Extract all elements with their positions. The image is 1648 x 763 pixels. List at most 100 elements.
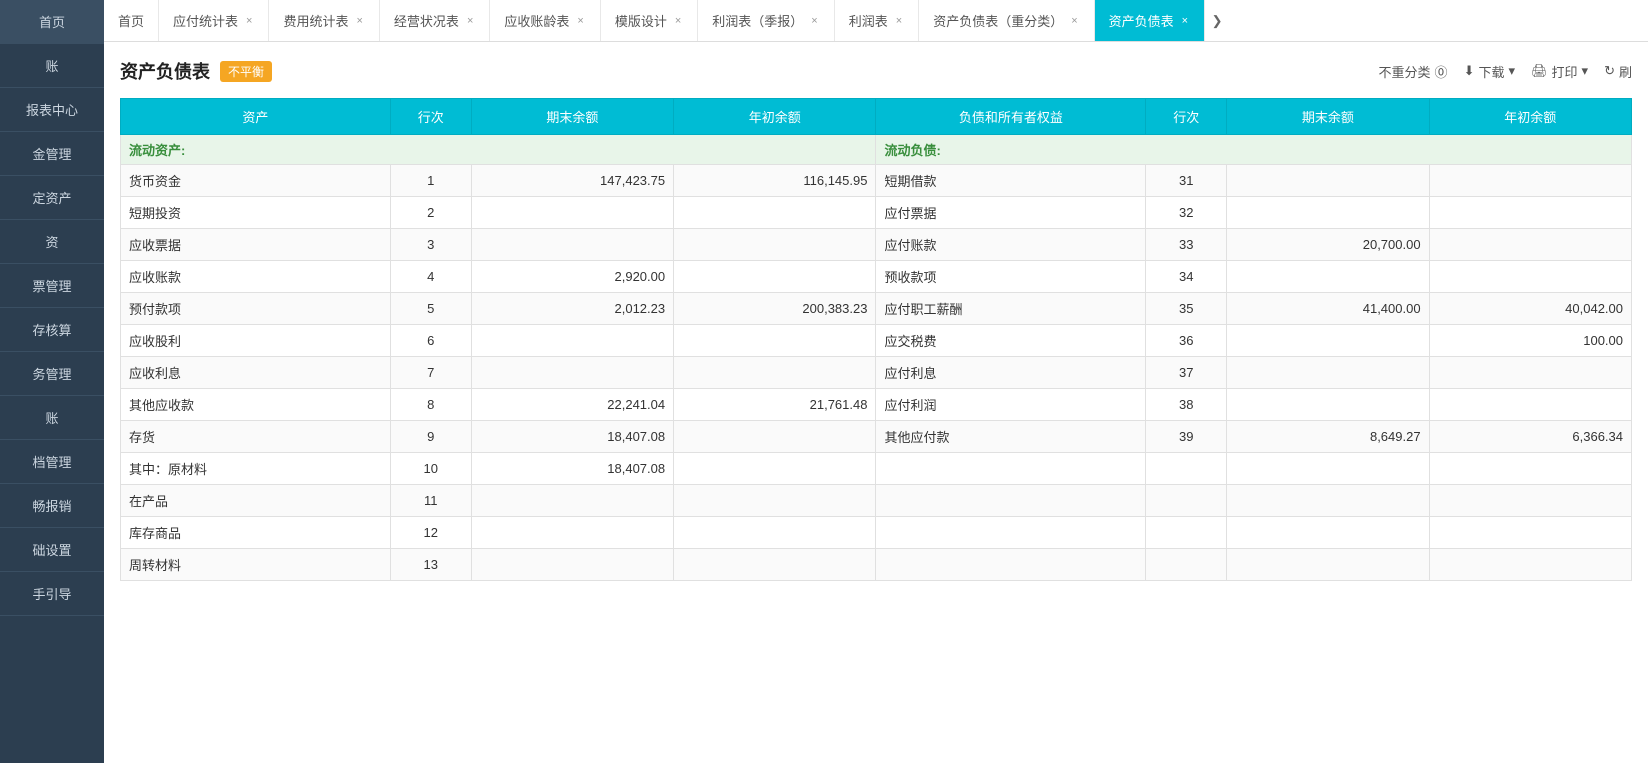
tab-6[interactable]: 利润表（季报）× xyxy=(698,0,834,42)
tab-0[interactable]: 首页 xyxy=(104,0,159,42)
tab-scroll-right[interactable]: ❯ xyxy=(1205,0,1229,42)
tab-close-8[interactable]: × xyxy=(1069,14,1079,28)
table-row[interactable]: 货币资金1147,423.75116,145.95短期借款31 xyxy=(121,165,1632,197)
cell-1-5: 32 xyxy=(1146,197,1227,229)
cell-7-2: 22,241.04 xyxy=(471,389,673,421)
chevron-down-icon-print: ▾ xyxy=(1582,63,1589,79)
cell-7-1: 8 xyxy=(390,389,471,421)
tab-label-2: 费用统计表 xyxy=(283,11,348,30)
table-row[interactable]: 其中：原材料1018,407.08 xyxy=(121,453,1632,485)
sidebar-item-affairs[interactable]: 务管理 xyxy=(0,352,104,396)
download-icon: ⬇ xyxy=(1464,63,1475,79)
tab-close-1[interactable]: × xyxy=(244,14,254,28)
refresh-button[interactable]: ↻ 刷 xyxy=(1604,62,1632,81)
cell-6-3 xyxy=(674,357,876,389)
table-row[interactable]: 应收票据3应付账款3320,700.00 xyxy=(121,229,1632,261)
sidebar-item-fund[interactable]: 金管理 xyxy=(0,132,104,176)
table-row[interactable]: 应收利息7应付利息37 xyxy=(121,357,1632,389)
sidebar-item-ledger[interactable]: 账 xyxy=(0,396,104,440)
tab-3[interactable]: 经营状况表× xyxy=(380,0,490,42)
table-row[interactable]: 应收账款42,920.00预收款项34 xyxy=(121,261,1632,293)
sidebar-item-account[interactable]: 账 xyxy=(0,44,104,88)
header-end-balance: 期末余额 xyxy=(471,99,673,135)
cell-6-6 xyxy=(1227,357,1429,389)
cell-11-3 xyxy=(674,517,876,549)
cell-3-4: 预收款项 xyxy=(876,261,1146,293)
tab-close-7[interactable]: × xyxy=(894,14,904,28)
section-header-current: 流动资产:流动负债: xyxy=(121,135,1632,165)
header-year-begin: 年初余额 xyxy=(674,99,876,135)
cell-8-1: 9 xyxy=(390,421,471,453)
cell-9-2: 18,407.08 xyxy=(471,453,673,485)
download-button[interactable]: ⬇ 下载 ▾ xyxy=(1464,62,1515,81)
tab-9[interactable]: 资产负债表 × xyxy=(1095,0,1205,42)
header-liability: 负债和所有者权益 xyxy=(876,99,1146,135)
table-row[interactable]: 预付款项52,012.23200,383.23应付职工薪酬3541,400.00… xyxy=(121,293,1632,325)
sidebar-item-guide[interactable]: 手引导 xyxy=(0,572,104,616)
table-row[interactable]: 库存商品12 xyxy=(121,517,1632,549)
sidebar-item-resource[interactable]: 资 xyxy=(0,220,104,264)
sidebar-item-reports[interactable]: 报表中心 xyxy=(0,88,104,132)
sidebar-item-home[interactable]: 首页 xyxy=(0,0,104,44)
cell-9-1: 10 xyxy=(390,453,471,485)
table-row[interactable]: 其他应收款822,241.0421,761.48应付利润38 xyxy=(121,389,1632,421)
cell-8-3 xyxy=(674,421,876,453)
table-row[interactable]: 短期投资2应付票据32 xyxy=(121,197,1632,229)
tab-label-0: 首页 xyxy=(118,11,144,30)
cell-8-4: 其他应付款 xyxy=(876,421,1146,453)
cell-3-1: 4 xyxy=(390,261,471,293)
cell-1-2 xyxy=(471,197,673,229)
sidebar-item-assets[interactable]: 定资产 xyxy=(0,176,104,220)
cell-12-3 xyxy=(674,549,876,581)
cell-2-4: 应付账款 xyxy=(876,229,1146,261)
tab-close-6[interactable]: × xyxy=(809,14,819,28)
tab-8[interactable]: 资产负债表（重分类）× xyxy=(919,0,1094,42)
table-row[interactable]: 存货918,407.08其他应付款398,649.276,366.34 xyxy=(121,421,1632,453)
cell-1-0: 短期投资 xyxy=(121,197,391,229)
cell-10-7 xyxy=(1429,485,1631,517)
cell-10-2 xyxy=(471,485,673,517)
sidebar-item-expense[interactable]: 畅报销 xyxy=(0,484,104,528)
tab-close-5[interactable]: × xyxy=(673,14,683,28)
tab-4[interactable]: 应收账龄表× xyxy=(490,0,600,42)
tab-close-2[interactable]: × xyxy=(354,14,364,28)
sidebar-item-settings[interactable]: 础设置 xyxy=(0,528,104,572)
cell-4-5: 35 xyxy=(1146,293,1227,325)
cell-10-4 xyxy=(876,485,1146,517)
sidebar-item-inventory[interactable]: 存核算 xyxy=(0,308,104,352)
classify-toggle[interactable]: 不重分类 ⓪ xyxy=(1379,62,1448,81)
cell-6-7 xyxy=(1429,357,1631,389)
sidebar-item-invoice[interactable]: 票管理 xyxy=(0,264,104,308)
header-asset: 资产 xyxy=(121,99,391,135)
tab-7[interactable]: 利润表× xyxy=(835,0,919,42)
print-icon: 🖨 xyxy=(1531,63,1548,79)
tab-close-3[interactable]: × xyxy=(465,14,475,28)
cell-2-7 xyxy=(1429,229,1631,261)
print-button[interactable]: 🖨 打印 ▾ xyxy=(1531,62,1588,81)
tab-close-9[interactable]: × xyxy=(1180,14,1190,28)
tab-close-4[interactable]: × xyxy=(575,14,585,28)
tab-label-9: 资产负债表 xyxy=(1109,11,1174,30)
refresh-icon: ↻ xyxy=(1604,63,1615,79)
cell-10-5 xyxy=(1146,485,1227,517)
sidebar-item-document[interactable]: 档管理 xyxy=(0,440,104,484)
tab-label-1: 应付统计表 xyxy=(173,11,238,30)
tab-2[interactable]: 费用统计表 × xyxy=(269,0,379,42)
tab-1[interactable]: 应付统计表 × xyxy=(159,0,269,42)
table-row[interactable]: 应收股利6应交税费36100.00 xyxy=(121,325,1632,357)
cell-4-3: 200,383.23 xyxy=(674,293,876,325)
tab-5[interactable]: 模版设计× xyxy=(601,0,698,42)
cell-3-5: 34 xyxy=(1146,261,1227,293)
cell-7-7 xyxy=(1429,389,1631,421)
cell-3-6 xyxy=(1227,261,1429,293)
cell-2-0: 应收票据 xyxy=(121,229,391,261)
cell-4-1: 5 xyxy=(390,293,471,325)
cell-1-7 xyxy=(1429,197,1631,229)
cell-11-5 xyxy=(1146,517,1227,549)
cell-3-3 xyxy=(674,261,876,293)
header-year-begin2: 年初余额 xyxy=(1429,99,1631,135)
table-row[interactable]: 在产品11 xyxy=(121,485,1632,517)
cell-2-2 xyxy=(471,229,673,261)
table-row[interactable]: 周转材料13 xyxy=(121,549,1632,581)
cell-2-6: 20,700.00 xyxy=(1227,229,1429,261)
